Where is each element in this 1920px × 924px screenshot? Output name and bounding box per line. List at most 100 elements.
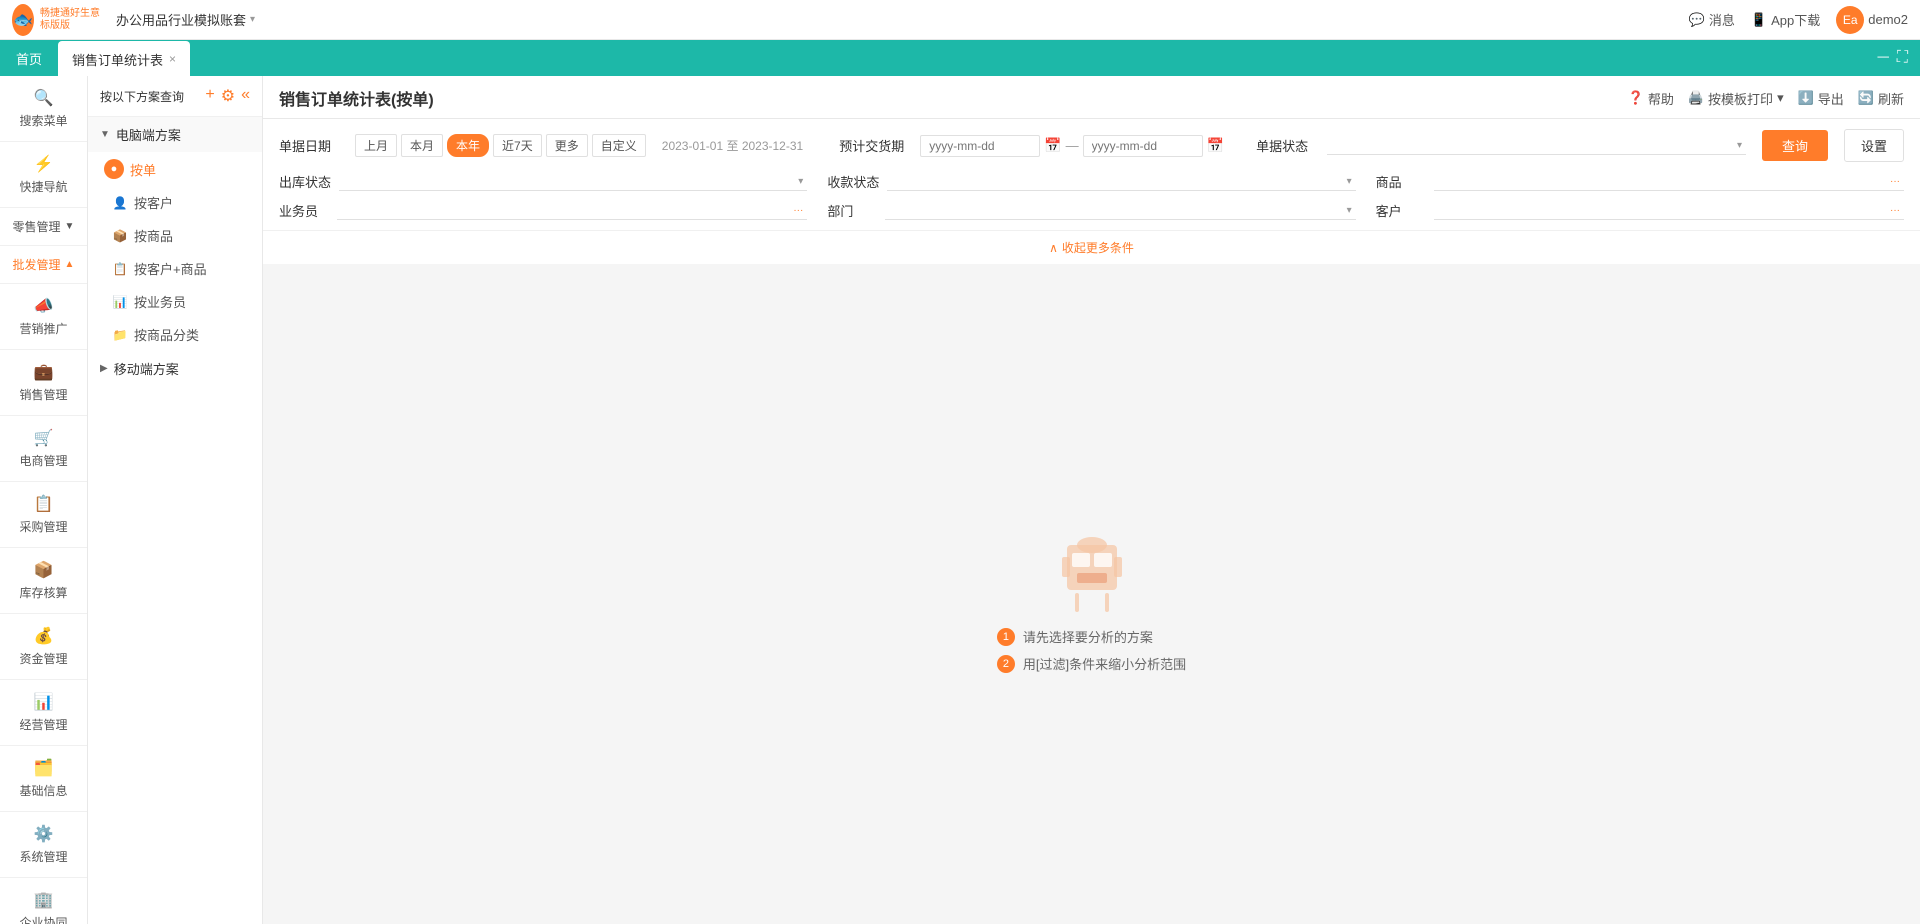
sidebar-item-ecommerce[interactable]: 🛒 电商管理 [0,416,87,482]
refresh-icon: 🔄 [1858,90,1874,106]
delivery-date-end[interactable] [1083,135,1203,157]
workspace-selector[interactable]: 办公用品行业模拟账套 ▾ [108,10,263,29]
collapse-filters-button[interactable]: ∧ 收起更多条件 [263,230,1920,264]
ecommerce-icon: 🛒 [34,428,54,448]
tab-close-icon[interactable]: × [169,52,176,66]
customer-icon: 👤 [112,195,128,211]
mobile-scheme-group[interactable]: ▶ 移动端方案 [88,351,262,386]
search-button[interactable]: 查询 [1762,130,1828,161]
date-btn-more[interactable]: 更多 [546,134,588,157]
add-scheme-button[interactable]: + [205,86,214,106]
page-title: 销售订单统计表(按单) [279,86,434,110]
tab-sales-stats[interactable]: 销售订单统计表 × [58,41,190,77]
sidebar: 🔍 搜索菜单 ⚡ 快捷导航 零售管理 ▼ 批发管理 ▲ 📣 营销推广 💼 销售管… [0,76,88,924]
scheme-panel-header: 按以下方案查询 + ⚙ « [88,76,262,117]
minimize-icon[interactable]: ─ [1877,49,1888,67]
scheme-panel: 按以下方案查询 + ⚙ « ▼ 电脑端方案 ● 按单 [88,76,263,924]
goods-label: 商品 [1376,172,1426,191]
receipt-status-label: 收款状态 [827,172,879,191]
empty-illustration [1042,515,1142,615]
date-btn-this-year[interactable]: 本年 [447,134,489,157]
doc-status-field: ▾ [1327,137,1746,155]
customer-product-icon: 📋 [112,261,128,277]
empty-tip-1: 1 请先选择要分析的方案 [997,627,1186,646]
staff-icon: 📊 [112,294,128,310]
pc-scheme-group-header[interactable]: ▼ 电脑端方案 [88,117,262,152]
scheme-item-by-category[interactable]: 📁 按商品分类 [88,318,262,351]
help-icon: ❓ [1628,90,1644,106]
sidebar-item-purchase[interactable]: 📋 采购管理 [0,482,87,548]
sidebar-item-inventory[interactable]: 📦 库存核算 [0,548,87,614]
message-button[interactable]: 💬 消息 [1689,10,1735,29]
date-btn-7days[interactable]: 近7天 [493,134,542,157]
avatar: Ea [1836,6,1864,34]
calendar-end-icon[interactable]: 📅 [1207,137,1224,154]
scheme-item-by-customer-product[interactable]: 📋 按客户+商品 [88,252,262,285]
customer-more-icon[interactable]: ··· [1890,205,1900,216]
content-area: 按以下方案查询 + ⚙ « ▼ 电脑端方案 ● 按单 [88,76,1920,924]
settings-button[interactable]: 设置 [1844,129,1904,162]
finance-icon: 💰 [34,626,54,646]
scheme-panel-title: 按以下方案查询 [100,88,184,105]
customer-group: 客户 ··· [1376,201,1904,220]
user-menu[interactable]: Ea demo2 [1836,6,1908,34]
system-icon: ⚙️ [34,824,54,844]
nav-icon: ⚡ [34,154,54,174]
scheme-item-by-order[interactable]: ● 按单 [88,152,262,186]
export-button[interactable]: ⬇️ 导出 [1798,89,1844,108]
date-btn-this-month[interactable]: 本月 [401,134,443,157]
ship-status-arrow: ▾ [798,176,803,187]
app-download-button[interactable]: 📱 App下载 [1751,10,1820,29]
department-field: ▾ [885,202,1355,220]
sidebar-item-quick-nav[interactable]: ⚡ 快捷导航 [0,142,87,208]
scheme-settings-button[interactable]: ⚙ [221,86,235,106]
scheme-collapse-button[interactable]: « [241,86,250,106]
sidebar-item-system[interactable]: ⚙️ 系统管理 [0,812,87,878]
enterprise-icon: 🏢 [34,890,54,910]
refresh-button[interactable]: 🔄 刷新 [1858,89,1904,108]
goods-more-icon[interactable]: ··· [1890,176,1900,187]
chevron-down-icon: ▼ [65,221,75,232]
sidebar-item-enterprise[interactable]: 🏢 企业协同 [0,878,87,924]
receipt-status-arrow: ▾ [1347,176,1352,187]
sidebar-item-operations[interactable]: 📊 经营管理 [0,680,87,746]
logo-icon: 🐟 [12,4,34,36]
department-label: 部门 [827,201,877,220]
tab-home[interactable]: 首页 [0,40,58,76]
sidebar-item-finance[interactable]: 💰 资金管理 [0,614,87,680]
chevron-down-icon: ▾ [250,14,255,25]
operations-icon: 📊 [34,692,54,712]
sidebar-item-marketing[interactable]: 📣 营销推广 [0,284,87,350]
date-btn-custom[interactable]: 自定义 [592,134,646,157]
scheme-item-by-product[interactable]: 📦 按商品 [88,219,262,252]
sidebar-item-basic[interactable]: 🗂️ 基础信息 [0,746,87,812]
staff-field: ··· [337,202,807,220]
sidebar-item-search-menu[interactable]: 🔍 搜索菜单 [0,76,87,142]
sidebar-item-retail[interactable]: 零售管理 ▼ [0,208,87,246]
page-toolbar: ❓ 帮助 🖨️ 按模板打印 ▾ ⬇️ 导出 � [1628,89,1904,108]
calendar-start-icon[interactable]: 📅 [1044,137,1061,154]
department-group: 部门 ▾ [827,201,1355,220]
staff-more-icon[interactable]: ··· [793,205,803,216]
scheme-item-by-customer[interactable]: 👤 按客户 [88,186,262,219]
date-range-display: 2023-01-01 至 2023-12-31 [662,137,803,154]
filter-row-3: 业务员 ··· 部门 ▾ 客户 [279,201,1904,220]
main-content: 销售订单统计表(按单) ❓ 帮助 🖨️ 按模板打印 ▾ ⬇️ [263,76,1920,924]
collapse-icon: ▶ [100,363,108,374]
date-btn-last-month[interactable]: 上月 [355,134,397,157]
marketing-icon: 📣 [34,296,54,316]
help-button[interactable]: ❓ 帮助 [1628,89,1674,108]
receipt-status-group: 收款状态 ▾ [827,172,1355,191]
scheme-item-by-staff[interactable]: 📊 按业务员 [88,285,262,318]
chevron-up-icon: ▲ [65,259,75,270]
print-icon: 🖨️ [1688,90,1704,106]
tip-num-2: 2 [997,655,1015,673]
maximize-icon[interactable]: ⛶ [1897,49,1908,67]
print-button[interactable]: 🖨️ 按模板打印 ▾ [1688,89,1784,108]
delivery-date-start[interactable] [920,135,1040,157]
sidebar-item-wholesale[interactable]: 批发管理 ▲ [0,246,87,284]
expand-icon: ▼ [100,129,110,140]
customer-field: ··· [1434,202,1904,220]
sidebar-item-sales[interactable]: 💼 销售管理 [0,350,87,416]
empty-tip-2: 2 用[过滤]条件来缩小分析范围 [997,654,1186,673]
